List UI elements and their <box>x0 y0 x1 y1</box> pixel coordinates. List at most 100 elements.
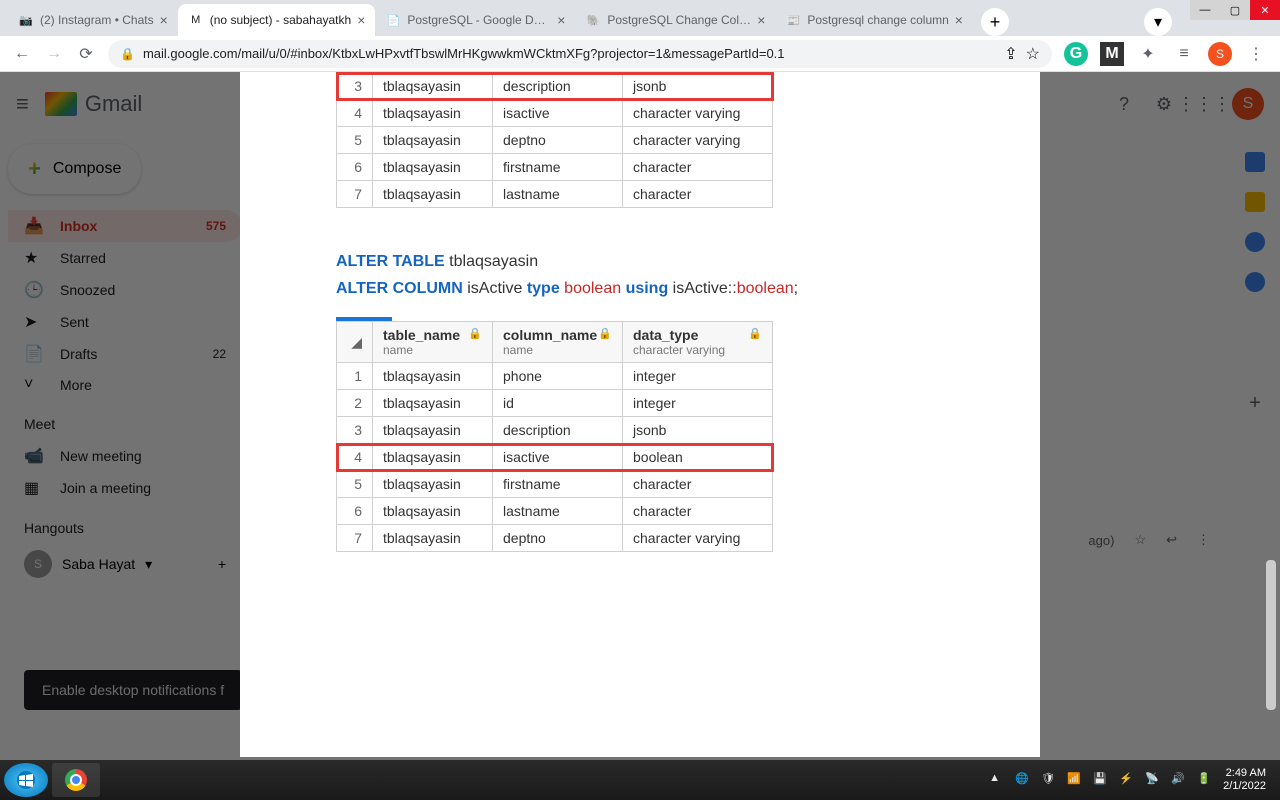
address-bar: ← → ⟳ 🔒 mail.google.com/mail/u/0/#inbox/… <box>0 36 1280 72</box>
lock-icon: 🔒 <box>120 47 135 61</box>
chrome-avatar[interactable]: S <box>1208 42 1232 66</box>
cell: deptno <box>493 127 623 154</box>
row-number: 4 <box>337 444 373 471</box>
taskbar-chrome[interactable] <box>52 763 100 797</box>
grammarly-extension-icon[interactable]: G <box>1064 42 1088 66</box>
row-number: 3 <box>337 417 373 444</box>
cell: lastname <box>493 181 623 208</box>
cell: tblaqsayasin <box>373 73 493 100</box>
column-header[interactable]: data_type🔒character varying <box>623 322 773 363</box>
lock-icon: 🔒 <box>748 327 762 340</box>
close-window-button[interactable]: ✕ <box>1250 0 1280 20</box>
tray-icon[interactable]: ▲ <box>989 772 1005 788</box>
windows-taskbar: ▲ 🌐 🛡 📶 💾 ⚡ 📡 🔊 🔋 2:49 AM 2/1/2022 <box>0 760 1280 800</box>
url-input[interactable]: 🔒 mail.google.com/mail/u/0/#inbox/KtbxLw… <box>108 40 1052 68</box>
start-button[interactable] <box>4 763 48 797</box>
close-icon[interactable]: × <box>757 12 765 28</box>
cell: tblaqsayasin <box>373 525 493 552</box>
table-row: 3tblaqsayasindescriptionjsonb <box>337 73 773 100</box>
windows-icon <box>16 770 36 790</box>
cell: description <box>493 417 623 444</box>
tray-icon[interactable]: 🌐 <box>1015 772 1031 788</box>
close-icon[interactable]: × <box>955 12 963 28</box>
cell: tblaqsayasin <box>373 100 493 127</box>
close-icon[interactable]: × <box>557 12 565 28</box>
table-row: 5tblaqsayasinfirstnamecharacter <box>337 471 773 498</box>
cell: description <box>493 73 623 100</box>
table-row: 6tblaqsayasinlastnamecharacter <box>337 498 773 525</box>
close-icon[interactable]: × <box>160 12 168 28</box>
tray-icon[interactable]: 🔋 <box>1197 772 1213 788</box>
cell: character <box>623 471 773 498</box>
tray-icon[interactable]: 📶 <box>1067 772 1083 788</box>
cell: firstname <box>493 154 623 181</box>
new-tab-button[interactable]: + <box>981 8 1009 36</box>
share-icon[interactable]: ⇪ <box>1004 44 1017 64</box>
reading-list-icon[interactable]: ≡ <box>1172 42 1196 66</box>
row-number: 7 <box>337 181 373 208</box>
cell: tblaqsayasin <box>373 417 493 444</box>
attachment-viewer: 3tblaqsayasindescriptionjsonb4tblaqsayas… <box>240 72 1040 757</box>
cell: character varying <box>623 127 773 154</box>
tray-icon[interactable]: 📡 <box>1145 772 1161 788</box>
row-number: 2 <box>337 390 373 417</box>
tab-pgchange[interactable]: 🐘 PostgreSQL Change Colum × <box>575 4 775 36</box>
cell: phone <box>493 363 623 390</box>
extension-icon[interactable]: M <box>1100 42 1124 66</box>
browser-tab-bar: 📷 (2) Instagram • Chats × M (no subject)… <box>0 0 1280 36</box>
cell: id <box>493 390 623 417</box>
tab-title: PostgreSQL Change Colum <box>607 13 751 27</box>
column-header[interactable]: column_name🔒name <box>493 322 623 363</box>
date-text: 2/1/2022 <box>1223 780 1266 793</box>
tab-gdocs[interactable]: 📄 PostgreSQL - Google Docs × <box>375 4 575 36</box>
table-row: 7tblaqsayasinlastnamecharacter <box>337 181 773 208</box>
cell: tblaqsayasin <box>373 444 493 471</box>
row-number: 3 <box>337 73 373 100</box>
tray-icon[interactable]: 🛡 <box>1041 772 1057 788</box>
lock-icon: 🔒 <box>598 327 612 340</box>
back-button[interactable]: ← <box>12 44 32 64</box>
tray-icon[interactable]: 💾 <box>1093 772 1109 788</box>
row-number: 6 <box>337 498 373 525</box>
cell: tblaqsayasin <box>373 181 493 208</box>
column-header[interactable]: table_name🔒name <box>373 322 493 363</box>
cell: character varying <box>623 100 773 127</box>
tab-pgarticle[interactable]: 📰 Postgresql change column × <box>775 4 973 36</box>
row-number: 5 <box>337 471 373 498</box>
extensions-button[interactable]: ✦ <box>1136 42 1160 66</box>
table-row: 5tblaqsayasindeptnocharacter varying <box>337 127 773 154</box>
reload-button[interactable]: ⟳ <box>76 44 96 64</box>
tab-title: Postgresql change column <box>807 13 948 27</box>
active-tab-indicator <box>336 317 392 321</box>
scrollbar[interactable] <box>1266 560 1276 710</box>
lock-icon: 🔒 <box>468 327 482 340</box>
instagram-icon: 📷 <box>18 12 34 28</box>
tray-icon[interactable]: 🔊 <box>1171 772 1187 788</box>
cell: integer <box>623 390 773 417</box>
maximize-button[interactable]: ▢ <box>1220 0 1250 20</box>
table-row: 4tblaqsayasinisactivecharacter varying <box>337 100 773 127</box>
row-number: 5 <box>337 127 373 154</box>
close-icon[interactable]: × <box>357 12 365 28</box>
tab-title: (no subject) - sabahayatkh <box>210 13 351 27</box>
cell: integer <box>623 363 773 390</box>
chrome-profile-chip[interactable]: ▾ <box>1144 8 1172 36</box>
cell: character varying <box>623 525 773 552</box>
cell: character <box>623 154 773 181</box>
row-number: 7 <box>337 525 373 552</box>
forward-button[interactable]: → <box>44 44 64 64</box>
chrome-menu-button[interactable]: ⋮ <box>1244 42 1268 66</box>
clock[interactable]: 2:49 AM 2/1/2022 <box>1223 767 1266 793</box>
time-text: 2:49 AM <box>1223 767 1266 780</box>
tab-instagram[interactable]: 📷 (2) Instagram • Chats × <box>8 4 178 36</box>
cell: tblaqsayasin <box>373 154 493 181</box>
tray-icon[interactable]: ⚡ <box>1119 772 1135 788</box>
cell: tblaqsayasin <box>373 363 493 390</box>
minimize-button[interactable]: — <box>1190 0 1220 20</box>
sort-icon[interactable]: ◢ <box>337 322 373 363</box>
star-icon[interactable]: ☆ <box>1026 44 1040 64</box>
sql-code: ALTER TABLE tblaqsayasin ALTER COLUMN is… <box>336 248 1040 301</box>
cell: tblaqsayasin <box>373 471 493 498</box>
tab-title: PostgreSQL - Google Docs <box>407 13 551 27</box>
tab-gmail[interactable]: M (no subject) - sabahayatkh × <box>178 4 376 36</box>
